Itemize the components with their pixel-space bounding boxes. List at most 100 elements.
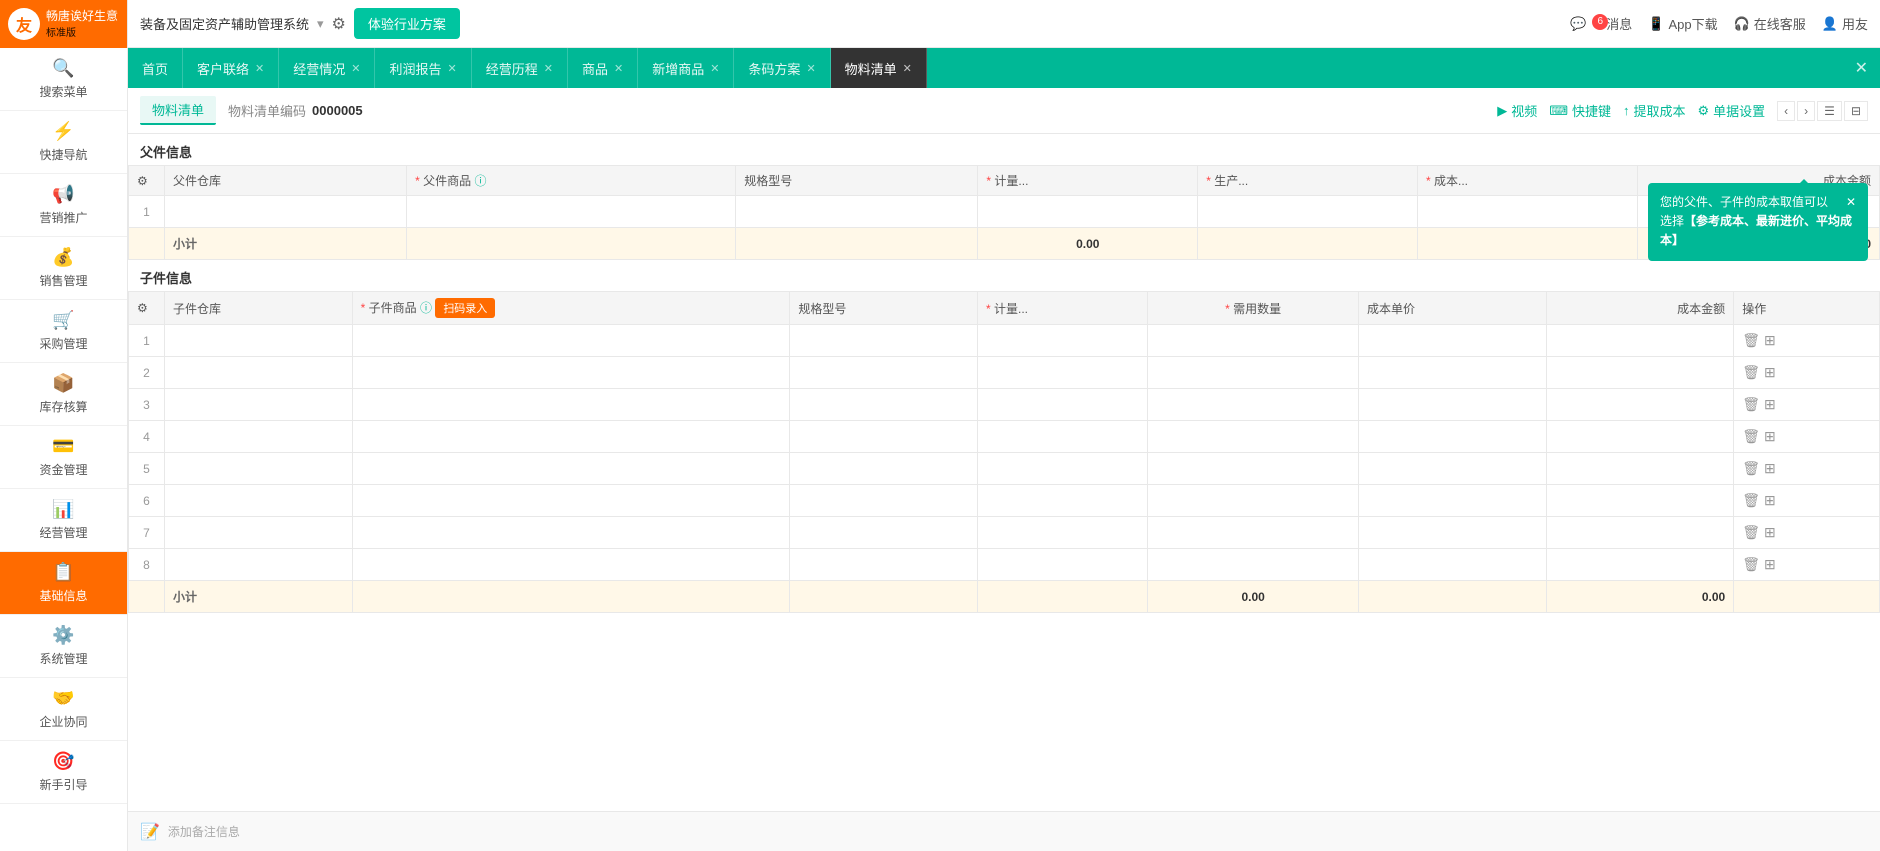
delete-icon-6[interactable]: 🗑 [1742, 492, 1760, 509]
tab-profit[interactable]: 利润报告 ✕ [375, 48, 471, 88]
extract-cost-btn[interactable]: ↑ 提取成本 [1623, 101, 1686, 120]
child-cell-warehouse-7[interactable] [165, 517, 353, 549]
sidebar-item-quicknav[interactable]: ⚡ 快捷导航 [0, 111, 127, 174]
child-cell-qty-7[interactable] [1148, 517, 1359, 549]
delete-icon-2[interactable]: 🗑 [1742, 364, 1760, 381]
child-cell-unit-4[interactable] [977, 421, 1147, 453]
child-cell-spec-6[interactable] [790, 485, 978, 517]
sidebar-item-marketing[interactable]: 📢 营销推广 [0, 174, 127, 237]
tab-bom-close[interactable]: ✕ [903, 62, 912, 75]
child-cell-qty-5[interactable] [1148, 453, 1359, 485]
child-cell-product-7[interactable] [352, 517, 790, 549]
collapse-btn[interactable]: ⊟ [1844, 101, 1868, 121]
tab-ops-close[interactable]: ✕ [351, 62, 360, 75]
delete-icon-3[interactable]: 🗑 [1742, 396, 1760, 413]
copy-icon-4[interactable]: ⊞ [1764, 428, 1776, 445]
view-video-btn[interactable]: ▶ 视频 [1497, 101, 1537, 120]
child-cell-product-3[interactable] [352, 389, 790, 421]
tab-history[interactable]: 经营历程 ✕ [472, 48, 568, 88]
global-close-btn[interactable]: ✕ [1843, 58, 1880, 78]
delete-icon-8[interactable]: 🗑 [1742, 556, 1760, 573]
list-view-btn[interactable]: ☰ [1817, 101, 1842, 121]
child-cell-unit-cost-7[interactable] [1358, 517, 1546, 549]
settings-gear-icon[interactable]: ⚙ [332, 14, 346, 34]
child-cell-unit-1[interactable] [977, 325, 1147, 357]
child-cell-unit-3[interactable] [977, 389, 1147, 421]
tooltip-close-btn[interactable]: ✕ [1846, 193, 1856, 212]
message-btn[interactable]: 💬 6 消息 [1570, 14, 1632, 33]
tab-new-product[interactable]: 新增商品 ✕ [638, 48, 734, 88]
tab-home[interactable]: 首页 [128, 48, 183, 88]
child-cell-warehouse-3[interactable] [165, 389, 353, 421]
child-cell-qty-1[interactable] [1148, 325, 1359, 357]
copy-icon-5[interactable]: ⊞ [1764, 460, 1776, 477]
child-cell-product-8[interactable] [352, 549, 790, 581]
delete-icon-5[interactable]: 🗑 [1742, 460, 1760, 477]
delete-icon-7[interactable]: 🗑 [1742, 524, 1760, 541]
copy-icon-2[interactable]: ⊞ [1764, 364, 1776, 381]
child-cell-unit-cost-3[interactable] [1358, 389, 1546, 421]
delete-icon-4[interactable]: 🗑 [1742, 428, 1760, 445]
child-cell-warehouse-5[interactable] [165, 453, 353, 485]
prev-btn[interactable]: ‹ [1777, 101, 1795, 121]
tab-operations-status[interactable]: 经营情况 ✕ [279, 48, 375, 88]
child-cell-unit-7[interactable] [977, 517, 1147, 549]
child-cell-unit-8[interactable] [977, 549, 1147, 581]
copy-icon-8[interactable]: ⊞ [1764, 556, 1776, 573]
user-btn[interactable]: 👤 用友 [1822, 14, 1868, 33]
parent-col-settings[interactable]: ⚙ [129, 166, 165, 196]
sidebar-item-operations[interactable]: 📊 经营管理 [0, 489, 127, 552]
child-cell-product-5[interactable] [352, 453, 790, 485]
child-cell-warehouse-8[interactable] [165, 549, 353, 581]
sub-tab-bom[interactable]: 物料清单 [140, 96, 216, 125]
copy-icon-7[interactable]: ⊞ [1764, 524, 1776, 541]
sidebar-item-inventory[interactable]: 📦 库存核算 [0, 363, 127, 426]
sidebar-item-guide[interactable]: 🎯 新手引导 [0, 741, 127, 804]
child-cell-qty-4[interactable] [1148, 421, 1359, 453]
experience-btn[interactable]: 体验行业方案 [354, 8, 460, 39]
child-cell-spec-3[interactable] [790, 389, 978, 421]
app-download-btn[interactable]: 📱 App下载 [1648, 14, 1717, 33]
parent-cell-production[interactable] [1198, 196, 1418, 228]
child-cell-unit-cost-5[interactable] [1358, 453, 1546, 485]
child-cell-qty-2[interactable] [1148, 357, 1359, 389]
child-cell-product-2[interactable] [352, 357, 790, 389]
parent-cell-warehouse[interactable] [165, 196, 407, 228]
child-cell-spec-2[interactable] [790, 357, 978, 389]
tab-new-product-close[interactable]: ✕ [710, 62, 719, 75]
scan-input-btn[interactable]: 扫码录入 [435, 298, 495, 318]
next-btn[interactable]: › [1797, 101, 1815, 121]
child-cell-unit-cost-1[interactable] [1358, 325, 1546, 357]
child-cell-warehouse-2[interactable] [165, 357, 353, 389]
child-cell-spec-5[interactable] [790, 453, 978, 485]
sidebar-item-collab[interactable]: 🤝 企业协同 [0, 678, 127, 741]
delete-icon-1[interactable]: 🗑 [1742, 332, 1760, 349]
tab-product-close[interactable]: ✕ [614, 62, 623, 75]
single-settings-btn[interactable]: ⚙ 单据设置 [1698, 101, 1766, 120]
child-cell-qty-6[interactable] [1148, 485, 1359, 517]
parent-cell-cost[interactable] [1418, 196, 1638, 228]
parent-cell-product[interactable] [407, 196, 736, 228]
child-cell-unit-cost-2[interactable] [1358, 357, 1546, 389]
child-cell-unit-5[interactable] [977, 453, 1147, 485]
hotkey-btn[interactable]: ⌨ 快捷键 [1549, 101, 1611, 120]
child-cell-warehouse-4[interactable] [165, 421, 353, 453]
child-cell-warehouse-6[interactable] [165, 485, 353, 517]
child-cell-spec-7[interactable] [790, 517, 978, 549]
child-cell-product-6[interactable] [352, 485, 790, 517]
parent-cell-unit[interactable] [978, 196, 1198, 228]
sidebar-item-purchase[interactable]: 🛒 采购管理 [0, 300, 127, 363]
child-cell-spec-4[interactable] [790, 421, 978, 453]
tab-barcode[interactable]: 条码方案 ✕ [734, 48, 830, 88]
child-cell-unit-cost-4[interactable] [1358, 421, 1546, 453]
dropdown-arrow-icon[interactable]: ▾ [317, 16, 324, 32]
sidebar-item-basicinfo[interactable]: 📋 基础信息 [0, 552, 127, 615]
child-cell-product-4[interactable] [352, 421, 790, 453]
child-cell-product-1[interactable] [352, 325, 790, 357]
copy-icon-1[interactable]: ⊞ [1764, 332, 1776, 349]
sidebar-item-search[interactable]: 🔍 搜索菜单 [0, 48, 127, 111]
child-cell-unit-cost-8[interactable] [1358, 549, 1546, 581]
child-cell-qty-8[interactable] [1148, 549, 1359, 581]
tab-barcode-close[interactable]: ✕ [806, 62, 815, 75]
sidebar-item-system[interactable]: ⚙️ 系统管理 [0, 615, 127, 678]
